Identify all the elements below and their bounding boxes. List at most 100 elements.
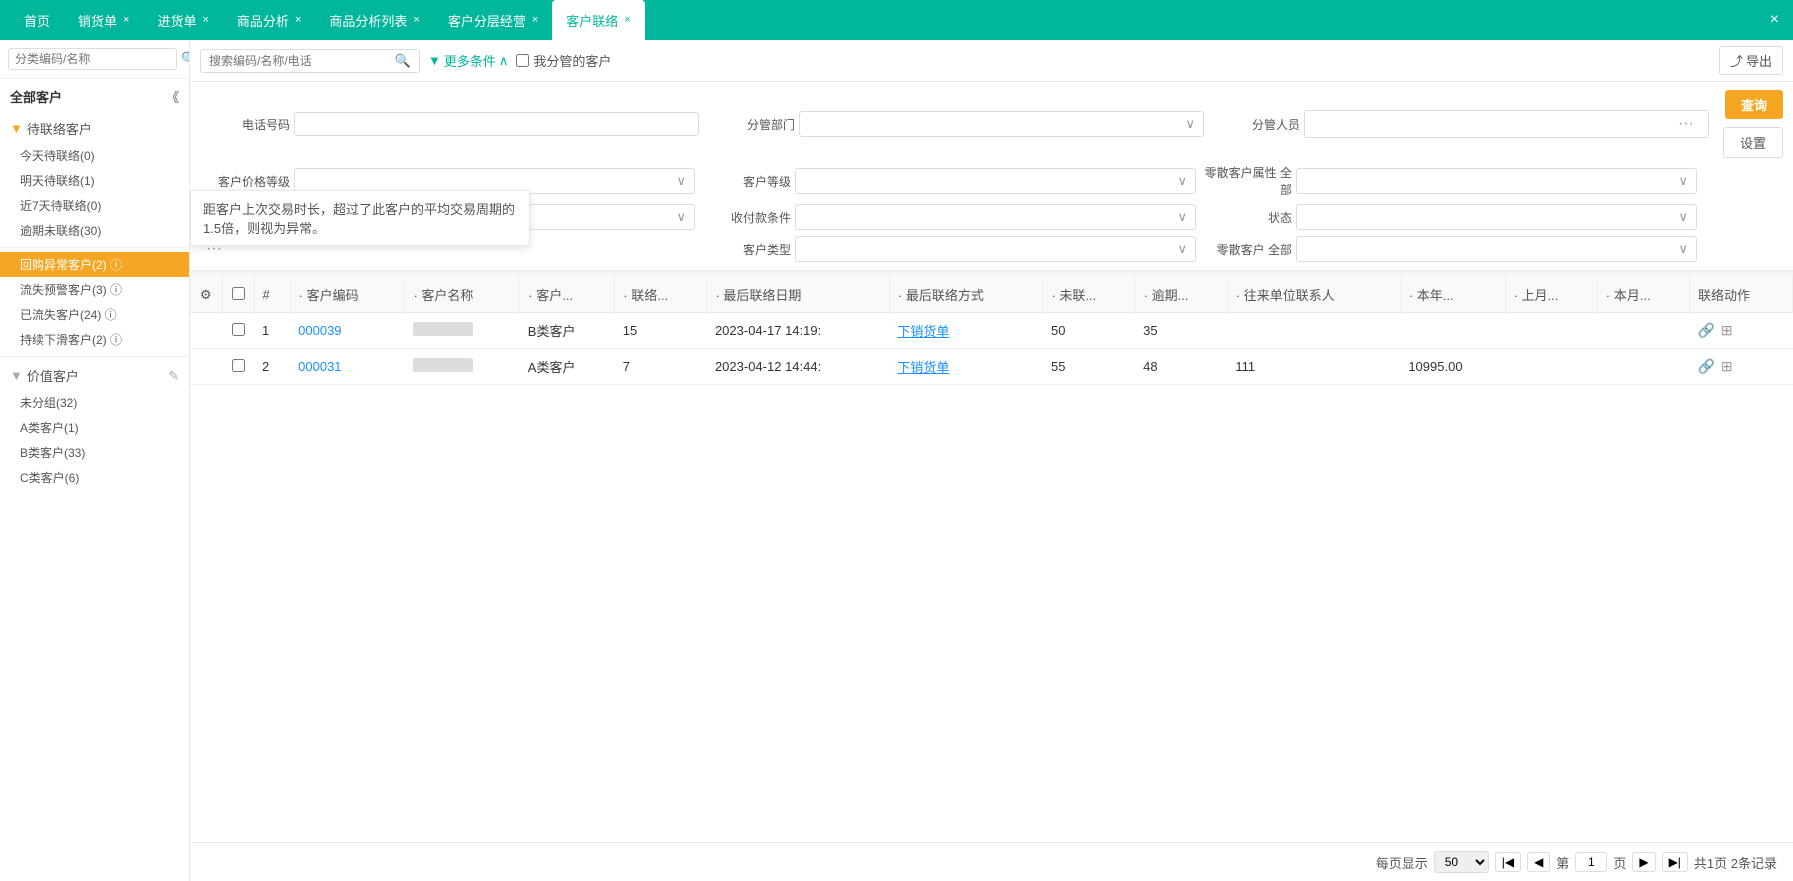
sidebar-item-unassigned[interactable]: 未分组(32) [0, 390, 189, 415]
close-tab-icon[interactable]: × [123, 14, 129, 26]
more-conditions-btn[interactable]: ▼ 更多条件 ∧ [428, 51, 508, 70]
filter-status-select[interactable]: ∨ [1296, 204, 1697, 230]
row-last-method[interactable]: 下销货单 [889, 349, 1043, 385]
th-code[interactable]: · 客户编码 [290, 277, 405, 313]
search-icon[interactable]: 🔍 [395, 53, 411, 69]
row-last-month [1505, 313, 1597, 349]
sidebar-search-icon[interactable]: 🔍 [181, 51, 190, 67]
filter-label-scatter-attr: 零散客户属性 全部 [1202, 164, 1292, 198]
nav-item-首页[interactable]: 首页 [10, 0, 64, 40]
filter-person-dots[interactable]: ··· [1672, 115, 1700, 133]
action-grid-icon[interactable]: ⊞ [1721, 358, 1733, 375]
sidebar-item-class-a[interactable]: A类客户(1) [0, 415, 189, 440]
next-page-btn[interactable]: ▶ [1632, 852, 1655, 872]
export-button[interactable]: ⤴ 导出 [1719, 46, 1783, 75]
th-this-year[interactable]: · 本年... [1400, 277, 1505, 313]
my-customers-checkbox[interactable]: 我分管的客户 [516, 51, 611, 70]
row-code[interactable]: 000039 [290, 313, 405, 349]
search-input[interactable] [209, 54, 395, 68]
th-no-contact[interactable]: · 未联... [1043, 277, 1135, 313]
th-last-date[interactable]: · 最后联络日期 [707, 277, 889, 313]
filter-label-person: 分管人员 [1210, 116, 1300, 133]
row-overdue: 35 [1135, 313, 1227, 349]
sidebar-item-tomorrow[interactable]: 明天待联络(1) [0, 168, 189, 193]
sidebar-collapse-btn[interactable]: 《 [166, 87, 179, 106]
th-check [222, 277, 254, 313]
export-label: 导出 [1746, 51, 1772, 70]
filter-dept-select[interactable]: ∨ [799, 111, 1204, 137]
th-last-method[interactable]: · 最后联络方式 [889, 277, 1043, 313]
nav-item-商品分析列表[interactable]: 商品分析列表 × [315, 0, 433, 40]
sidebar-item-churn-warning[interactable]: 流失预警客户(3) ⓘ [0, 277, 189, 302]
th-last-month[interactable]: · 上月... [1505, 277, 1597, 313]
th-name[interactable]: · 客户名称 [405, 277, 520, 313]
filter-label-type: 客户类型 [701, 241, 791, 258]
query-button[interactable]: 查询 [1725, 90, 1783, 119]
action-link-icon[interactable]: 🔗 [1697, 322, 1714, 339]
row-last-date: 2023-04-12 14:44: [707, 349, 889, 385]
nav-item-销货单[interactable]: 销货单 × [64, 0, 143, 40]
th-settings[interactable]: ⚙ [190, 277, 222, 313]
th-this-month[interactable]: · 本月... [1597, 277, 1689, 313]
close-tab-icon[interactable]: × [295, 14, 301, 26]
row-last-method[interactable]: 下销货单 [889, 313, 1043, 349]
sidebar-item-7days[interactable]: 近7天待联络(0) [0, 193, 189, 218]
filter-payment-select[interactable]: ∨ [795, 204, 1196, 230]
sidebar-search-input[interactable] [8, 48, 177, 70]
action-link-icon[interactable]: 🔗 [1697, 358, 1714, 375]
filter-phone-input[interactable] [294, 112, 699, 136]
sidebar-item-class-c[interactable]: C类客户(6) [0, 465, 189, 490]
close-all-button[interactable]: × [1770, 11, 1779, 29]
filter-level-select[interactable]: ∨ [795, 168, 1196, 194]
th-contact-person[interactable]: · 往来单位联系人 [1227, 277, 1400, 313]
page-suffix: 页 [1613, 853, 1626, 872]
row-check[interactable] [222, 313, 254, 349]
filter-scatter-attr-select[interactable]: ∨ [1296, 168, 1697, 194]
th-contact-count[interactable]: · 联络... [615, 277, 707, 313]
filter-label-price-level: 客户价格等级 [200, 173, 290, 190]
nav-item-进货单[interactable]: 进货单 × [143, 0, 222, 40]
filter-label-status: 状态 [1202, 209, 1292, 226]
sidebar-search-row: 🔍 [0, 40, 189, 79]
row-this-month [1597, 349, 1689, 385]
value-group-edit-icon[interactable]: ✎ [168, 368, 179, 384]
sidebar-item-churned[interactable]: 已流失客户(24) ⓘ [0, 302, 189, 327]
settings-button[interactable]: 设置 [1723, 127, 1783, 158]
filter-person-group[interactable]: ··· [1304, 110, 1709, 138]
nav-item-客户联络[interactable]: 客户联络 × [552, 0, 644, 40]
action-grid-icon[interactable]: ⊞ [1721, 322, 1733, 339]
sidebar-item-class-b[interactable]: B类客户(33) [0, 440, 189, 465]
row-checkbox[interactable] [232, 359, 245, 372]
close-tab-icon[interactable]: × [532, 14, 538, 26]
first-page-btn[interactable]: |◀ [1495, 852, 1521, 872]
sidebar-item-declining[interactable]: 持续下滑客户(2) ⓘ [0, 327, 189, 352]
my-customers-check[interactable] [516, 54, 529, 67]
close-tab-icon[interactable]: × [624, 14, 630, 26]
export-icon: ⤴ [1730, 51, 1743, 70]
nav-item-商品分析[interactable]: 商品分析 × [223, 0, 315, 40]
group-pending-contact[interactable]: ▼ 待联络客户 [0, 114, 189, 143]
sidebar-item-repurchase-abnormal[interactable]: 回购异常客户(2) ⓘ [0, 252, 189, 277]
group-value-customer[interactable]: ▼ 价值客户 ✎ [0, 361, 189, 390]
last-page-btn[interactable]: ▶| [1662, 852, 1688, 872]
row-code[interactable]: 000031 [290, 349, 405, 385]
page-input[interactable] [1575, 852, 1607, 872]
nav-item-客户分层经营[interactable]: 客户分层经营 × [434, 0, 552, 40]
th-overdue[interactable]: · 逾期... [1135, 277, 1227, 313]
close-tab-icon[interactable]: × [202, 14, 208, 26]
filter-type-select[interactable]: ∨ [795, 236, 1196, 262]
th-level[interactable]: · 客户... [520, 277, 615, 313]
filter-scatter-select[interactable]: ∨ [1296, 236, 1697, 262]
close-tab-icon[interactable]: × [413, 14, 419, 26]
my-customers-label: 我分管的客户 [533, 51, 611, 70]
page-size-select[interactable]: 50 100 200 [1434, 851, 1489, 873]
row-check[interactable] [222, 349, 254, 385]
prev-page-btn[interactable]: ◀ [1527, 852, 1550, 872]
row-checkbox[interactable] [232, 323, 245, 336]
value-group-label: 价值客户 [27, 366, 79, 385]
sidebar-item-today[interactable]: 今天待联络(0) [0, 143, 189, 168]
sidebar-item-overdue[interactable]: 逾期未联络(30) [0, 218, 189, 243]
row-name[interactable] [405, 349, 520, 385]
select-all-checkbox[interactable] [232, 287, 245, 300]
row-name[interactable] [405, 313, 520, 349]
